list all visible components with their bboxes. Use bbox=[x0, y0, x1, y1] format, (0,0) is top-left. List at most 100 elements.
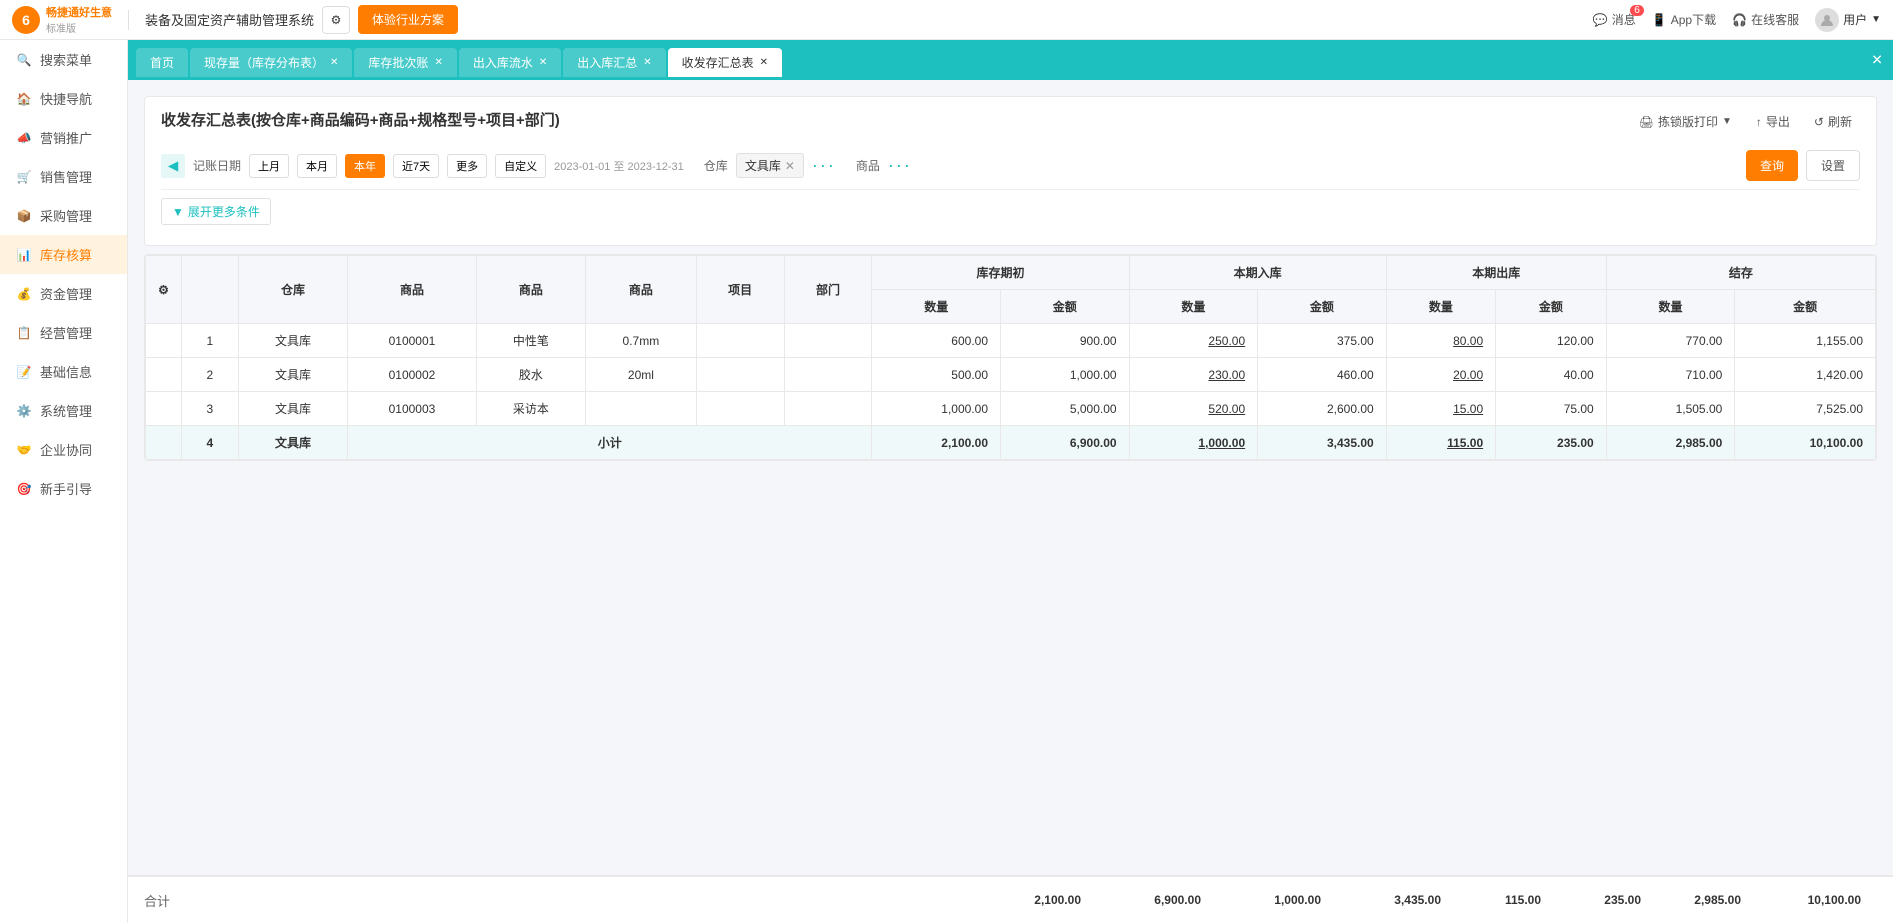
date-btn-custom[interactable]: 自定义 bbox=[495, 154, 546, 178]
sidebar-item-marketing[interactable]: 📣 营销推广 bbox=[0, 118, 127, 157]
logo-text: 畅捷通好生意 标准版 bbox=[46, 4, 112, 35]
date-btn-more[interactable]: 更多 bbox=[447, 154, 487, 178]
handshake-icon: 🤝 bbox=[16, 442, 32, 458]
row-warehouse: 文具库 bbox=[238, 392, 347, 426]
tab-inout-summary-close[interactable]: ✕ bbox=[643, 57, 651, 68]
tab-inout-flow[interactable]: 出入库流水 ✕ bbox=[459, 48, 561, 77]
th-init-amt: 金额 bbox=[1001, 290, 1130, 324]
row-init-qty: 500.00 bbox=[872, 358, 1001, 392]
sidebar-item-purchase[interactable]: 📦 采购管理 bbox=[0, 196, 127, 235]
tab-recv-send-summary-label: 收发存汇总表 bbox=[682, 54, 754, 71]
row-out-qty[interactable]: 15.00 bbox=[1386, 392, 1495, 426]
row-out-qty[interactable]: 80.00 bbox=[1386, 324, 1495, 358]
subtotal-settings-cell bbox=[146, 426, 182, 460]
message-action[interactable]: 💬 消息 6 bbox=[1593, 11, 1636, 28]
try-button[interactable]: 体验行业方案 bbox=[358, 5, 458, 34]
gear-button[interactable]: ⚙ bbox=[322, 6, 350, 34]
footer-bal-amt: 10,100.00 bbox=[1757, 893, 1877, 907]
info-icon: 📝 bbox=[16, 364, 32, 380]
report-icon: 📋 bbox=[16, 325, 32, 341]
row-warehouse: 文具库 bbox=[238, 358, 347, 392]
top-left: 6 畅捷通好生意 标准版 装备及固定资产辅助管理系统 ⚙ 体验行业方案 bbox=[12, 4, 458, 35]
sidebar: 🔍 搜索菜单 🏠 快捷导航 📣 营销推广 🛒 销售管理 📦 采购管理 📊 bbox=[0, 40, 128, 923]
sidebar-item-system[interactable]: ⚙️ 系统管理 bbox=[0, 391, 127, 430]
tab-inout-summary[interactable]: 出入库汇总 ✕ bbox=[563, 48, 665, 77]
money-icon: 💰 bbox=[16, 286, 32, 302]
tab-recv-send-summary[interactable]: 收发存汇总表 ✕ bbox=[668, 48, 782, 77]
sidebar-item-inventory[interactable]: 📊 库存核算 bbox=[0, 235, 127, 274]
tab-batch-close[interactable]: ✕ bbox=[434, 57, 442, 68]
product-more-dots[interactable]: ··· bbox=[888, 155, 912, 176]
footer-out-qty: 115.00 bbox=[1457, 893, 1557, 907]
sidebar-label-guide: 新手引导 bbox=[40, 479, 92, 498]
footer-in-amt: 3,435.00 bbox=[1337, 893, 1457, 907]
row-no: 2 bbox=[182, 358, 239, 392]
row-init-amt: 5,000.00 bbox=[1001, 392, 1130, 426]
tab-batch[interactable]: 库存批次账 ✕ bbox=[354, 48, 456, 77]
sidebar-item-enterprise[interactable]: 🤝 企业协同 bbox=[0, 430, 127, 469]
date-btn-last-month[interactable]: 上月 bbox=[249, 154, 289, 178]
sidebar-item-quick[interactable]: 🏠 快捷导航 bbox=[0, 79, 127, 118]
row-in-qty[interactable]: 520.00 bbox=[1129, 392, 1258, 426]
row-in-qty[interactable]: 250.00 bbox=[1129, 324, 1258, 358]
row-dept bbox=[784, 324, 872, 358]
sidebar-label-purchase: 采购管理 bbox=[40, 206, 92, 225]
table-row: 1 文具库 0100001 中性笔 0.7mm 600.00 900.00 25… bbox=[146, 324, 1876, 358]
sidebar-label-finance: 资金管理 bbox=[40, 284, 92, 303]
warehouse-more-dots[interactable]: ··· bbox=[812, 155, 836, 176]
date-btn-7days[interactable]: 近7天 bbox=[393, 154, 439, 178]
sidebar-item-basic[interactable]: 📝 基础信息 bbox=[0, 352, 127, 391]
home-icon: 🏠 bbox=[16, 91, 32, 107]
data-table: ⚙ 仓库 商品 商品 商品 项目 部门 库存期初 本期入库 bbox=[145, 255, 1876, 460]
tab-recv-send-summary-close[interactable]: ✕ bbox=[760, 57, 768, 68]
row-out-amt: 120.00 bbox=[1496, 324, 1607, 358]
tab-inventory-dist[interactable]: 现存量（库存分布表） ✕ bbox=[190, 48, 352, 77]
sidebar-item-search[interactable]: 🔍 搜索菜单 bbox=[0, 40, 127, 79]
user-area[interactable]: 用户 ▼ bbox=[1815, 8, 1881, 32]
message-badge: 6 bbox=[1630, 5, 1644, 16]
tab-inout-summary-label: 出入库汇总 bbox=[577, 54, 637, 71]
header-panel: 收发存汇总表(按仓库+商品编码+商品+规格型号+项目+部门) 🖨 拣锁版打印 ▼… bbox=[144, 96, 1877, 246]
query-button[interactable]: 查询 bbox=[1746, 150, 1798, 181]
sidebar-item-finance[interactable]: 💰 资金管理 bbox=[0, 274, 127, 313]
sidebar-label-sales: 销售管理 bbox=[40, 167, 92, 186]
page-content: 收发存汇总表(按仓库+商品编码+商品+规格型号+项目+部门) 🖨 拣锁版打印 ▼… bbox=[128, 80, 1893, 875]
filter-collapse-button[interactable]: ◀ bbox=[161, 154, 185, 178]
subtotal-bal-amt: 10,100.00 bbox=[1735, 426, 1876, 460]
tab-inventory-dist-label: 现存量（库存分布表） bbox=[204, 54, 324, 71]
footer-total-bar: 合计 2,100.00 6,900.00 1,000.00 3,435.00 1… bbox=[128, 875, 1893, 923]
sidebar-item-sales[interactable]: 🛒 销售管理 bbox=[0, 157, 127, 196]
row-out-qty[interactable]: 20.00 bbox=[1386, 358, 1495, 392]
row-bal-amt: 1,420.00 bbox=[1735, 358, 1876, 392]
th-bal-qty: 数量 bbox=[1606, 290, 1735, 324]
inventory-icon: 📊 bbox=[16, 247, 32, 263]
tab-inventory-dist-close[interactable]: ✕ bbox=[330, 57, 338, 68]
warehouse-filter-tag[interactable]: 文具库 ✕ bbox=[736, 153, 804, 178]
print-button[interactable]: 🖨 拣锁版打印 ▼ bbox=[1631, 109, 1740, 134]
export-button[interactable]: ↑ 导出 bbox=[1748, 109, 1798, 134]
tab-bar-close[interactable]: ✕ bbox=[1871, 52, 1883, 69]
subtotal-out-amt: 235.00 bbox=[1496, 426, 1607, 460]
settings-button[interactable]: 设置 bbox=[1806, 150, 1860, 181]
th-out-qty: 数量 bbox=[1386, 290, 1495, 324]
column-settings-icon[interactable]: ⚙ bbox=[158, 283, 169, 297]
warehouse-tag-close-icon[interactable]: ✕ bbox=[785, 159, 795, 173]
date-btn-this-year[interactable]: 本年 bbox=[345, 154, 385, 178]
tab-inout-flow-close[interactable]: ✕ bbox=[539, 57, 547, 68]
sidebar-item-guide[interactable]: 🎯 新手引导 bbox=[0, 469, 127, 508]
row-in-amt: 2,600.00 bbox=[1258, 392, 1387, 426]
expand-conditions-button[interactable]: ▼ 展开更多条件 bbox=[161, 198, 271, 225]
row-dept bbox=[784, 358, 872, 392]
row-bal-qty: 770.00 bbox=[1606, 324, 1735, 358]
online-service-action[interactable]: 🎧 在线客服 bbox=[1732, 11, 1799, 28]
refresh-button[interactable]: ↺ 刷新 bbox=[1806, 109, 1860, 134]
row-project bbox=[696, 392, 784, 426]
date-btn-this-month[interactable]: 本月 bbox=[297, 154, 337, 178]
th-spec: 商品 bbox=[586, 256, 697, 324]
sidebar-item-operation[interactable]: 📋 经营管理 bbox=[0, 313, 127, 352]
cart-icon: 🛒 bbox=[16, 169, 32, 185]
row-in-qty[interactable]: 230.00 bbox=[1129, 358, 1258, 392]
app-download-action[interactable]: 📱 App下载 bbox=[1652, 11, 1716, 28]
tab-home[interactable]: 首页 bbox=[136, 48, 188, 77]
subtotal-init-qty: 2,100.00 bbox=[872, 426, 1001, 460]
